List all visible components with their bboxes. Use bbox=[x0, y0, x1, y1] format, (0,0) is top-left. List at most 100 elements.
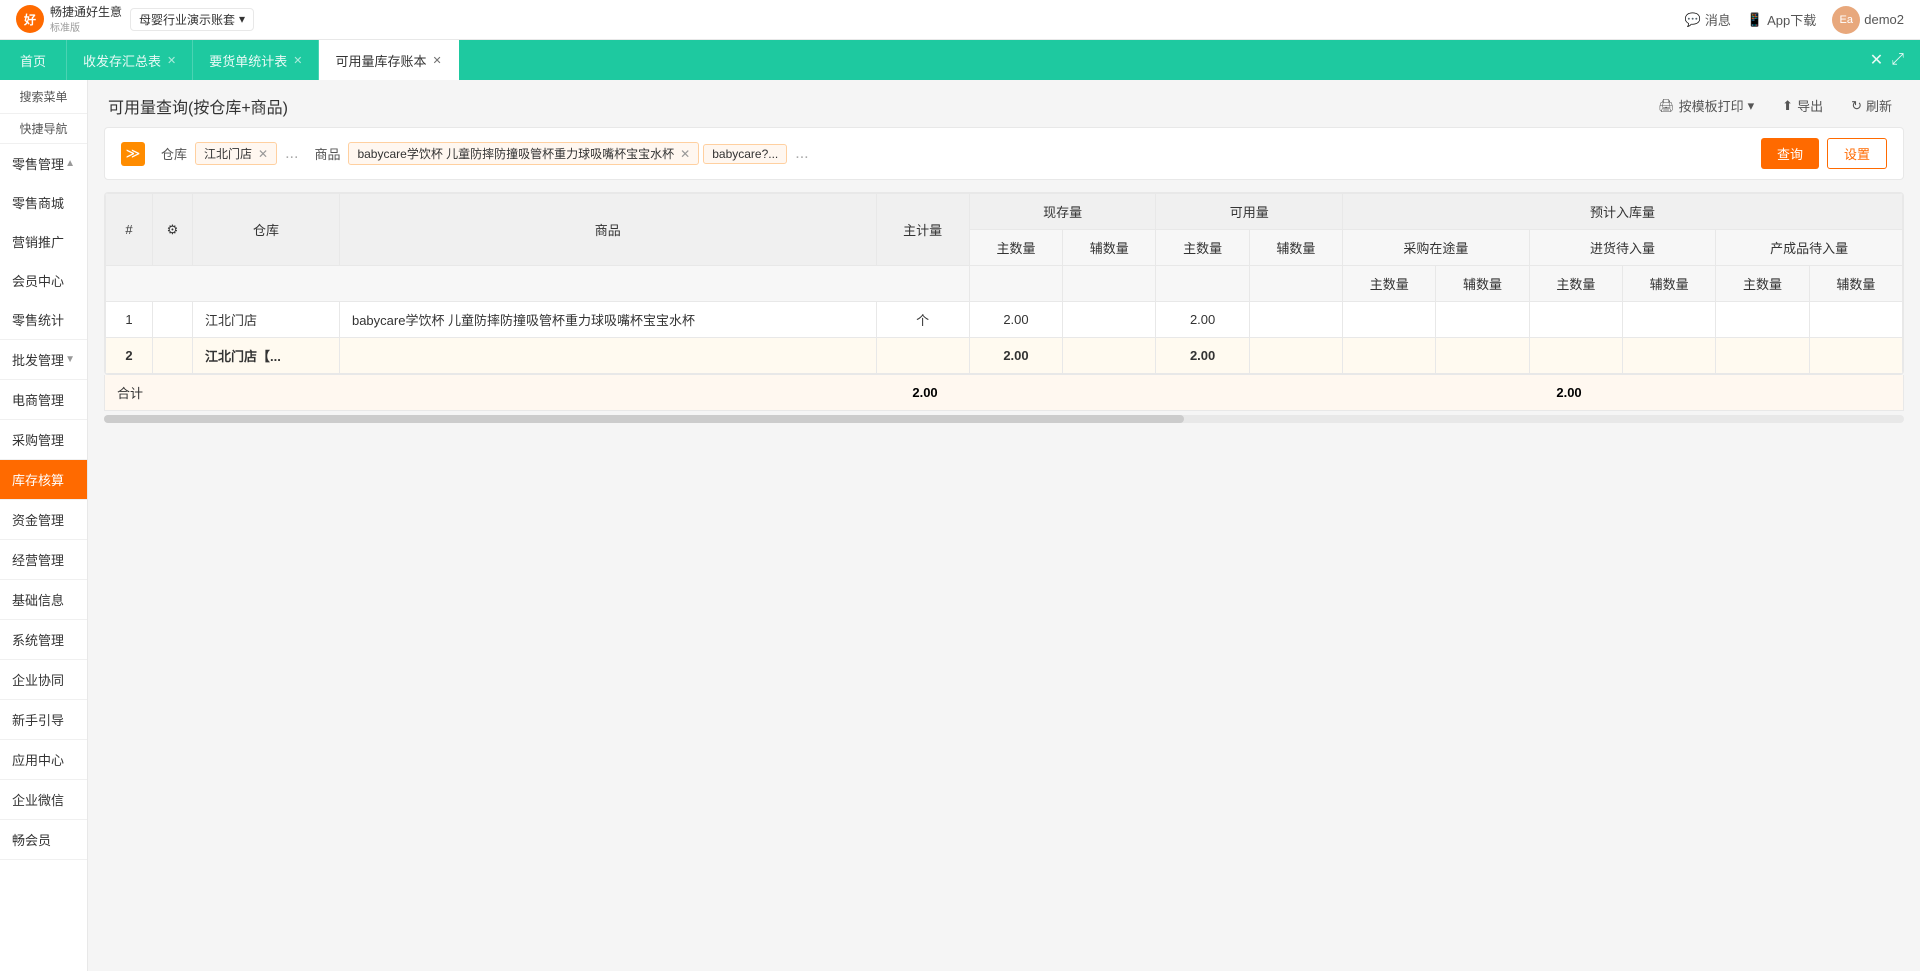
th-warehouse: 仓库 bbox=[192, 194, 339, 266]
cell-warehouse-1: 江北门店 bbox=[192, 302, 339, 338]
th-empty-spacer bbox=[106, 266, 970, 302]
table-header-row-1: # ⚙ 仓库 商品 主计量 现存量 可用量 预计入库量 bbox=[106, 194, 1903, 230]
sidebar-item-ecommerce-mgmt[interactable]: 电商管理 bbox=[0, 380, 87, 419]
th-settings[interactable]: ⚙ bbox=[152, 194, 192, 266]
sidebar-item-app-center[interactable]: 应用中心 bbox=[0, 740, 87, 779]
th-unit: 主计量 bbox=[876, 194, 969, 266]
remove-warehouse-tag-icon[interactable]: ✕ bbox=[258, 147, 268, 161]
app-download-btn[interactable]: 📱 App下载 bbox=[1747, 10, 1816, 29]
tab-available-stock[interactable]: 可用量库存账本 ✕ bbox=[319, 40, 458, 80]
sidebar-section-system: 系统管理 bbox=[0, 620, 87, 660]
sidebar-item-retail-stats[interactable]: 零售统计 bbox=[0, 300, 87, 339]
warehouse-more-icon[interactable]: ... bbox=[285, 145, 298, 163]
th-rownum: # bbox=[106, 194, 153, 266]
sidebar-item-finance-mgmt[interactable]: 资金管理 bbox=[0, 500, 87, 539]
refresh-btn[interactable]: ↻ 刷新 bbox=[1843, 92, 1900, 119]
logo-text-block: 畅捷通好生意 标准版 bbox=[50, 5, 122, 34]
search-menu-label: 搜索菜单 bbox=[8, 88, 79, 105]
th-available-main: 主数量 bbox=[1156, 230, 1249, 266]
sidebar-item-enterprise-collab[interactable]: 企业协同 bbox=[0, 660, 87, 699]
tab-order-stats[interactable]: 要货单统计表 ✕ bbox=[193, 40, 319, 80]
th-available-aux: 辅数量 bbox=[1249, 230, 1342, 266]
cell-settings-2 bbox=[152, 338, 192, 374]
sidebar-item-retail-mgmt[interactable]: 零售管理 ▲ bbox=[0, 144, 87, 183]
purchase-mgmt-label: 采购管理 bbox=[12, 430, 64, 449]
cell-warehouse-2: 江北门店【... bbox=[192, 338, 339, 374]
export-btn[interactable]: ⬆ 导出 bbox=[1774, 92, 1831, 119]
th-available-group: 可用量 bbox=[1156, 194, 1343, 230]
operation-mgmt-label: 经营管理 bbox=[12, 550, 64, 569]
quick-nav-label: 快捷导航 bbox=[19, 122, 67, 136]
table-row: 1 江北门店 babycare学饮杯 儿童防摔防撞吸管杯重力球吸嘴杯宝宝水杯 个… bbox=[106, 302, 1903, 338]
product-filter-group: 商品 babycare学饮杯 儿童防摔防撞吸管杯重力球吸嘴杯宝宝水杯 ✕ bab… bbox=[314, 142, 808, 165]
tab-home[interactable]: 首页 bbox=[0, 40, 67, 80]
sidebar: 搜索菜单 快捷导航 零售管理 ▲ 零售商城 营销推广 会员中心 零售统计 bbox=[0, 80, 88, 971]
sidebar-item-new-guide[interactable]: 新手引导 bbox=[0, 700, 87, 739]
data-table: # ⚙ 仓库 商品 主计量 现存量 可用量 预计入库量 主数量 辅数量 主数量 … bbox=[105, 193, 1903, 374]
user-profile[interactable]: Ea demo2 bbox=[1832, 6, 1904, 34]
enterprise-collab-label: 企业协同 bbox=[12, 670, 64, 689]
industry-selector[interactable]: 母婴行业演示账套 ▾ bbox=[130, 8, 254, 31]
sidebar-item-basic-info[interactable]: 基础信息 bbox=[0, 580, 87, 619]
th-incoming-aux: 辅数量 bbox=[1623, 266, 1716, 302]
th-empty-stock-aux2 bbox=[1063, 266, 1156, 302]
logo-subtext: 标准版 bbox=[50, 19, 122, 34]
filter-bar: ≫ 仓库 江北门店 ✕ ... 商品 babycare学饮杯 儿童防摔防撞吸管杯… bbox=[104, 127, 1904, 180]
tab-available-stock-label: 可用量库存账本 bbox=[335, 51, 426, 70]
export-icon: ⬆ bbox=[1782, 98, 1793, 114]
expand-icon: ⤢ bbox=[1891, 51, 1904, 69]
sidebar-item-member[interactable]: 畅会员 bbox=[0, 820, 87, 859]
footer-stock-total: 2.00 bbox=[603, 385, 1247, 400]
sidebar-section-basic: 基础信息 bbox=[0, 580, 87, 620]
sidebar-item-wholesale-mgmt[interactable]: 批发管理 ▼ bbox=[0, 340, 87, 379]
sidebar-item-operation-mgmt[interactable]: 经营管理 bbox=[0, 540, 87, 579]
sidebar-item-purchase-mgmt[interactable]: 采购管理 bbox=[0, 420, 87, 459]
print-arrow-icon: ▾ bbox=[1748, 98, 1755, 114]
tab-receipt-summary[interactable]: 收发存汇总表 ✕ bbox=[67, 40, 193, 80]
horizontal-scrollbar[interactable] bbox=[104, 415, 1904, 423]
page-header: 可用量查询(按仓库+商品) 🖨 按模板打印 ▾ ⬆ 导出 ↻ 刷新 bbox=[88, 80, 1920, 127]
product-more-icon[interactable]: ... bbox=[795, 145, 808, 163]
footer-label: 合计 bbox=[117, 383, 143, 402]
top-bar: 好 畅捷通好生意 标准版 母婴行业演示账套 ▾ 💬 消息 📱 App下载 Ea … bbox=[0, 0, 1920, 40]
cell-settings-1[interactable] bbox=[152, 302, 192, 338]
sidebar-item-marketing[interactable]: 营销推广 bbox=[0, 222, 87, 261]
th-purchase-main: 主数量 bbox=[1343, 266, 1436, 302]
sidebar-item-system-mgmt[interactable]: 系统管理 bbox=[0, 620, 87, 659]
footer-available-total: 2.00 bbox=[1247, 385, 1891, 400]
close-tab-receipt-icon[interactable]: ✕ bbox=[167, 54, 176, 67]
sidebar-quick-nav[interactable]: 快捷导航 bbox=[0, 114, 87, 144]
close-all-tabs-btn[interactable]: ✕ ⤢ bbox=[1854, 50, 1920, 70]
warehouse-filter-label: 仓库 bbox=[161, 144, 187, 163]
th-stock-aux: 辅数量 bbox=[1063, 230, 1156, 266]
print-btn[interactable]: 🖨 按模板打印 ▾ bbox=[1650, 92, 1762, 119]
cell-incoming-main-1 bbox=[1529, 302, 1622, 338]
cell-stock-aux-2 bbox=[1063, 338, 1156, 374]
sidebar-item-enterprise-wechat[interactable]: 企业微信 bbox=[0, 780, 87, 819]
setting-button[interactable]: 设置 bbox=[1827, 138, 1887, 169]
remove-product-tag-1-icon[interactable]: ✕ bbox=[680, 147, 690, 161]
th-planned-group: 预计入库量 bbox=[1343, 194, 1903, 230]
close-tab-available-icon[interactable]: ✕ bbox=[433, 54, 442, 67]
sidebar-section-appcenter: 应用中心 bbox=[0, 740, 87, 780]
product-tag-1[interactable]: babycare学饮杯 儿童防摔防撞吸管杯重力球吸嘴杯宝宝水杯 ✕ bbox=[348, 142, 699, 165]
close-tab-order-icon[interactable]: ✕ bbox=[293, 54, 302, 67]
filter-toggle-btn[interactable]: ≫ bbox=[121, 142, 145, 166]
table-header-row-3: 主数量 辅数量 主数量 辅数量 主数量 辅数量 bbox=[106, 266, 1903, 302]
sidebar-item-retail-mall[interactable]: 零售商城 bbox=[0, 183, 87, 222]
message-btn[interactable]: 💬 消息 bbox=[1685, 10, 1731, 29]
scrollbar-thumb[interactable] bbox=[104, 415, 1184, 423]
member-label: 畅会员 bbox=[12, 830, 51, 849]
warehouse-tag[interactable]: 江北门店 ✕ bbox=[195, 142, 277, 165]
sidebar-item-member-center[interactable]: 会员中心 bbox=[0, 261, 87, 300]
sidebar-section-enterprise: 企业协同 bbox=[0, 660, 87, 700]
sidebar-item-inventory-check[interactable]: 库存核算 bbox=[0, 460, 87, 499]
query-button[interactable]: 查询 bbox=[1761, 138, 1819, 169]
sidebar-section-member: 畅会员 bbox=[0, 820, 87, 860]
product-tag-2[interactable]: babycare?... bbox=[703, 144, 787, 164]
top-bar-right: 💬 消息 📱 App下载 Ea demo2 bbox=[1685, 6, 1904, 34]
retail-stats-label: 零售统计 bbox=[12, 310, 64, 329]
enterprise-wechat-label: 企业微信 bbox=[12, 790, 64, 809]
filter-actions: 查询 设置 bbox=[1761, 138, 1887, 169]
sidebar-search[interactable]: 搜索菜单 bbox=[0, 80, 87, 114]
